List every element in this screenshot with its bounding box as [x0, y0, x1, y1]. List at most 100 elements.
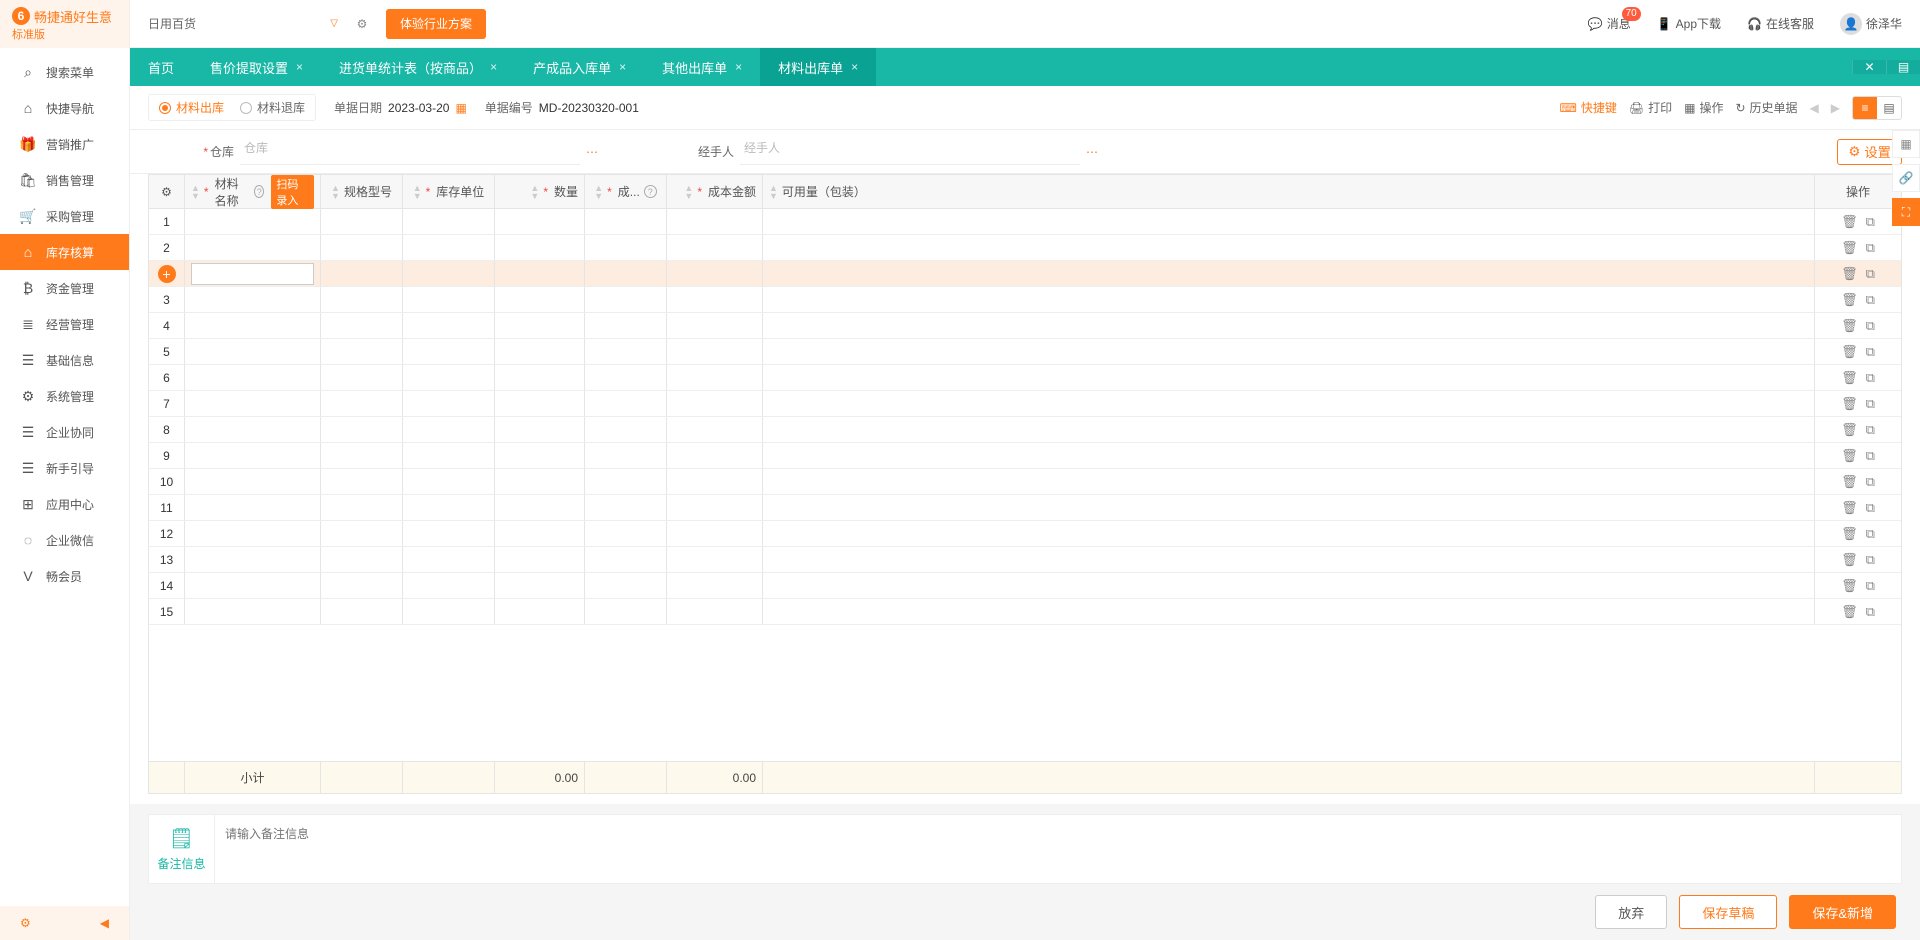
- table-row[interactable]: 12🗑⧉: [149, 521, 1901, 547]
- cell-avail[interactable]: [763, 287, 1815, 312]
- collapse-icon[interactable]: ◀: [100, 916, 109, 930]
- copy-row-icon[interactable]: ⧉: [1866, 578, 1875, 594]
- sidebar-item-1[interactable]: ⌂快捷导航: [0, 90, 129, 126]
- cell-unit[interactable]: [403, 599, 495, 624]
- cell-avail[interactable]: [763, 365, 1815, 390]
- cell-amt[interactable]: [667, 469, 763, 494]
- cell-amt[interactable]: [667, 547, 763, 572]
- tab-1[interactable]: 售价提取设置×: [192, 48, 321, 86]
- delete-row-icon[interactable]: 🗑: [1841, 448, 1858, 464]
- tab-menu-icon[interactable]: ▤: [1886, 60, 1920, 74]
- delete-row-icon[interactable]: 🗑: [1841, 318, 1858, 334]
- cell-avail[interactable]: [763, 417, 1815, 442]
- cell-amt[interactable]: [667, 365, 763, 390]
- cell-avail[interactable]: [763, 235, 1815, 260]
- material-name-input[interactable]: [191, 263, 314, 285]
- cell-cost[interactable]: [585, 287, 667, 312]
- user-menu[interactable]: 👤 徐泽华: [1840, 13, 1902, 35]
- cell-name[interactable]: [185, 521, 321, 546]
- warehouse-more-icon[interactable]: ⋯: [586, 145, 598, 159]
- cell-qty[interactable]: [495, 261, 585, 286]
- cell-spec[interactable]: [321, 495, 403, 520]
- delete-row-icon[interactable]: 🗑: [1841, 396, 1858, 412]
- copy-row-icon[interactable]: ⧉: [1866, 214, 1875, 230]
- sidebar-item-3[interactable]: 🛍销售管理: [0, 162, 129, 198]
- cell-spec[interactable]: [321, 573, 403, 598]
- table-row[interactable]: 9🗑⧉: [149, 443, 1901, 469]
- tab-2[interactable]: 进货单统计表（按商品）×: [321, 48, 515, 86]
- cell-avail[interactable]: [763, 547, 1815, 572]
- cell-name[interactable]: [185, 573, 321, 598]
- cell-qty[interactable]: [495, 339, 585, 364]
- cell-name[interactable]: [185, 287, 321, 312]
- cell-amt[interactable]: [667, 339, 763, 364]
- delete-row-icon[interactable]: 🗑: [1841, 292, 1858, 308]
- delete-row-icon[interactable]: 🗑: [1841, 266, 1858, 282]
- cell-cost[interactable]: [585, 573, 667, 598]
- cell-avail[interactable]: [763, 469, 1815, 494]
- cta-button[interactable]: 体验行业方案: [386, 9, 486, 39]
- cell-name[interactable]: [185, 313, 321, 338]
- cell-cost[interactable]: [585, 391, 667, 416]
- cell-avail[interactable]: [763, 391, 1815, 416]
- copy-row-icon[interactable]: ⧉: [1866, 318, 1875, 334]
- cell-unit[interactable]: [403, 391, 495, 416]
- sidebar-item-0[interactable]: ⌕搜索菜单: [0, 54, 129, 90]
- ops-button[interactable]: ▦操作: [1684, 99, 1723, 116]
- cell-cost[interactable]: [585, 417, 667, 442]
- table-row[interactable]: 4🗑⧉: [149, 313, 1901, 339]
- table-row[interactable]: + 🗑 ⧉: [149, 261, 1901, 287]
- copy-row-icon[interactable]: ⧉: [1866, 266, 1875, 282]
- help-icon[interactable]: ?: [254, 185, 264, 198]
- print-button[interactable]: 🖨打印: [1629, 99, 1672, 116]
- col-cost[interactable]: ▲▼*成...?: [585, 175, 667, 208]
- cell-unit[interactable]: [403, 235, 495, 260]
- sidebar-item-9[interactable]: ⚙系统管理: [0, 378, 129, 414]
- copy-row-icon[interactable]: ⧉: [1866, 240, 1875, 256]
- sidebar-item-8[interactable]: ☰基础信息: [0, 342, 129, 378]
- col-amt[interactable]: ▲▼*成本金额: [667, 175, 763, 208]
- cell-amt[interactable]: [667, 287, 763, 312]
- cell-cost[interactable]: [585, 365, 667, 390]
- add-row-icon[interactable]: +: [158, 265, 176, 283]
- cell-name[interactable]: [185, 209, 321, 234]
- cell-qty[interactable]: [495, 391, 585, 416]
- delete-row-icon[interactable]: 🗑: [1841, 500, 1858, 516]
- col-name[interactable]: ▲▼*材料名称?扫码录入: [185, 175, 321, 208]
- cell-name[interactable]: [185, 547, 321, 572]
- cell-avail[interactable]: [763, 443, 1815, 468]
- cell-amt[interactable]: [667, 209, 763, 234]
- cell-unit[interactable]: [403, 417, 495, 442]
- cell-unit[interactable]: [403, 443, 495, 468]
- cell-avail[interactable]: [763, 339, 1815, 364]
- col-avail[interactable]: ▲▼可用量（包装）: [763, 175, 1815, 208]
- tab-3[interactable]: 产成品入库单×: [515, 48, 644, 86]
- sidebar-item-12[interactable]: ⊞应用中心: [0, 486, 129, 522]
- cell-unit[interactable]: [403, 495, 495, 520]
- cell-spec[interactable]: [321, 469, 403, 494]
- sidebar-item-7[interactable]: ≣经营管理: [0, 306, 129, 342]
- cell-qty[interactable]: [495, 417, 585, 442]
- cell-avail[interactable]: [763, 573, 1815, 598]
- delete-row-icon[interactable]: 🗑: [1841, 422, 1858, 438]
- close-icon[interactable]: ×: [296, 60, 303, 74]
- close-icon[interactable]: ×: [735, 60, 742, 74]
- tab-4[interactable]: 其他出库单×: [644, 48, 760, 86]
- copy-row-icon[interactable]: ⧉: [1866, 292, 1875, 308]
- cell-unit[interactable]: [403, 469, 495, 494]
- delete-row-icon[interactable]: 🗑: [1841, 370, 1858, 386]
- table-row[interactable]: 1🗑⧉: [149, 209, 1901, 235]
- doc-date-field[interactable]: 单据日期 2023-03-20 ▦: [334, 99, 467, 116]
- cell-unit[interactable]: [403, 521, 495, 546]
- save-new-button[interactable]: 保存&新增: [1789, 895, 1896, 929]
- sidebar-item-10[interactable]: ☰企业协同: [0, 414, 129, 450]
- copy-row-icon[interactable]: ⧉: [1866, 604, 1875, 620]
- view-list-icon[interactable]: ≡: [1853, 97, 1877, 119]
- cell-unit[interactable]: [403, 287, 495, 312]
- delete-row-icon[interactable]: 🗑: [1841, 578, 1858, 594]
- cell-spec[interactable]: [321, 521, 403, 546]
- copy-row-icon[interactable]: ⧉: [1866, 448, 1875, 464]
- table-row[interactable]: 10🗑⧉: [149, 469, 1901, 495]
- table-row[interactable]: 2🗑⧉: [149, 235, 1901, 261]
- sidebar-item-13[interactable]: ◌企业微信: [0, 522, 129, 558]
